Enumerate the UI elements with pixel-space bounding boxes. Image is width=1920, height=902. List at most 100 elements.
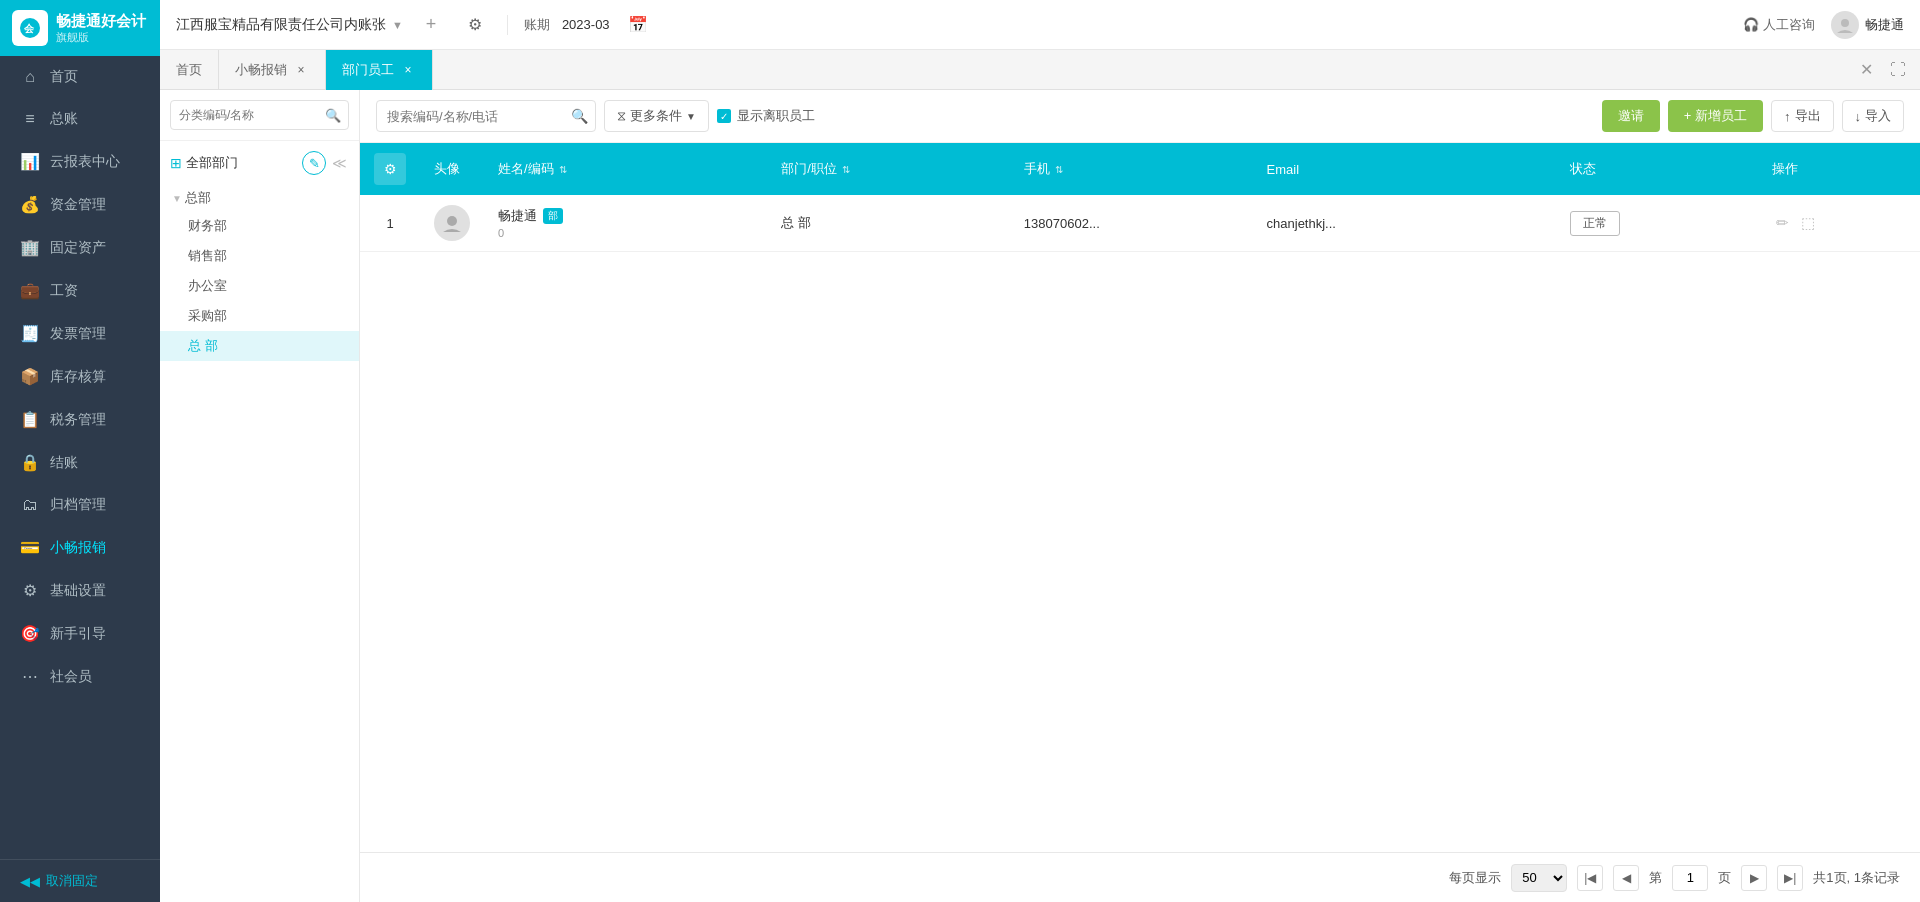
unpin-label: 取消固定 — [46, 872, 98, 890]
support-button[interactable]: 🎧 人工咨询 — [1743, 16, 1815, 34]
calendar-icon[interactable]: 📅 — [622, 9, 654, 41]
col-phone-header[interactable]: 手机 ⇅ — [1010, 143, 1253, 195]
export-button[interactable]: ↑ 导出 — [1771, 100, 1834, 132]
sidebar-item-guide[interactable]: 🎯 新手引导 — [0, 612, 160, 655]
unpin-icon: ◀◀ — [20, 874, 40, 889]
all-dept-button[interactable]: ⊞ 全部部门 — [170, 154, 296, 172]
tab-close-button[interactable]: ✕ — [1852, 56, 1880, 84]
sidebar-item-expense[interactable]: 💳 小畅报销 — [0, 526, 160, 569]
company-selector[interactable]: 江西服宝精品有限责任公司内账张 ▼ — [176, 16, 403, 34]
tab-dept-close[interactable]: × — [400, 62, 416, 78]
tab-expense-close[interactable]: × — [293, 62, 309, 78]
sidebar-item-home[interactable]: ⌂ 首页 — [0, 56, 160, 98]
search-input[interactable] — [376, 100, 596, 132]
page-last-button[interactable]: ▶| — [1777, 865, 1803, 891]
avatar — [1831, 11, 1859, 39]
period-value: 2023-03 — [562, 17, 610, 32]
period-label: 账期 — [524, 16, 550, 34]
logout-button[interactable]: ⬚ — [1797, 212, 1819, 233]
dept-tree: ▼ 总部 财务部 销售部 办公室 采购部 总 部 — [160, 181, 359, 902]
invite-button[interactable]: 邀请 — [1602, 100, 1660, 132]
dept-node-office[interactable]: 办公室 — [160, 271, 359, 301]
tab-home-label: 首页 — [176, 61, 202, 79]
page-prev-button[interactable]: ◀ — [1613, 865, 1639, 891]
col-settings-header: ⚙ — [360, 143, 420, 195]
sidebar-item-basic-label: 基础设置 — [50, 582, 106, 600]
dept-node-purchase[interactable]: 采购部 — [160, 301, 359, 331]
page-suffix: 页 — [1718, 869, 1731, 887]
tab-maximize-button[interactable]: ⛶ — [1884, 56, 1912, 84]
sidebar-item-invoice[interactable]: 🧾 发票管理 — [0, 312, 160, 355]
pagination-bar: 每页显示 50 100 200 |◀ ◀ 第 页 ▶ ▶| 共1页, 1条记录 — [360, 852, 1920, 902]
sidebar-item-archive[interactable]: 🗂 归档管理 — [0, 484, 160, 526]
svg-point-2 — [1841, 19, 1849, 27]
col-dept-header[interactable]: 部门/职位 ⇅ — [767, 143, 1010, 195]
add-employee-label: + 新增员工 — [1684, 107, 1747, 125]
user-info[interactable]: 畅捷通 — [1831, 11, 1904, 39]
sort-dept-icon: ⇅ — [842, 164, 850, 175]
page-input[interactable] — [1672, 865, 1708, 891]
sidebar-item-tax[interactable]: 📋 税务管理 — [0, 398, 160, 441]
sidebar-item-ledger[interactable]: ≡ 总账 — [0, 98, 160, 140]
sidebar-item-salary[interactable]: 💼 工资 — [0, 269, 160, 312]
sidebar-item-more-label: 社会员 — [50, 668, 92, 686]
edit-button[interactable]: ✏ — [1772, 212, 1793, 233]
support-label: 人工咨询 — [1763, 16, 1815, 34]
employee-table: ⚙ 头像 姓名/编码 ⇅ 部门/职位 ⇅ 手机 ⇅ — [360, 143, 1920, 852]
tab-home[interactable]: 首页 — [160, 50, 219, 90]
sidebar-item-inventory[interactable]: 📦 库存核算 — [0, 355, 160, 398]
dept-node-general[interactable]: 总 部 — [160, 331, 359, 361]
reports-icon: 📊 — [20, 152, 40, 171]
archive-icon: 🗂 — [20, 496, 40, 514]
row-avatar — [420, 195, 484, 252]
headset-icon: 🎧 — [1743, 17, 1759, 32]
add-company-button[interactable]: + — [415, 9, 447, 41]
dept-node-sales[interactable]: 销售部 — [160, 241, 359, 271]
col-name-header[interactable]: 姓名/编码 ⇅ — [484, 143, 767, 195]
inventory-icon: 📦 — [20, 367, 40, 386]
salary-icon: 💼 — [20, 281, 40, 300]
sidebar-item-basic[interactable]: ⚙ 基础设置 — [0, 569, 160, 612]
sidebar-item-closing[interactable]: 🔒 结账 — [0, 441, 160, 484]
sidebar-item-more[interactable]: ⋯ 社会员 — [0, 655, 160, 698]
sidebar-item-assets-label: 固定资产 — [50, 239, 106, 257]
add-employee-button[interactable]: + 新增员工 — [1668, 100, 1763, 132]
tab-expense[interactable]: 小畅报销 × — [219, 50, 326, 90]
page-size-select[interactable]: 50 100 200 — [1511, 864, 1567, 892]
page-next-button[interactable]: ▶ — [1741, 865, 1767, 891]
sidebar-item-inventory-label: 库存核算 — [50, 368, 106, 386]
unpin-button[interactable]: ◀◀ 取消固定 — [0, 859, 160, 902]
sidebar-item-funds-label: 资金管理 — [50, 196, 106, 214]
logo[interactable]: 会 畅捷通好会计 旗舰版 — [0, 0, 160, 56]
assets-icon: 🏢 — [20, 238, 40, 257]
more-icon: ⋯ — [20, 667, 40, 686]
settings-button[interactable]: ⚙ — [459, 9, 491, 41]
page-size-label: 每页显示 — [1449, 869, 1501, 887]
chevron-down-icon: ▼ — [686, 111, 696, 122]
import-button[interactable]: ↓ 导入 — [1842, 100, 1905, 132]
sidebar-item-home-label: 首页 — [50, 68, 78, 86]
search-icon: 🔍 — [571, 108, 588, 124]
row-status: 正常 — [1556, 195, 1758, 252]
filter-button[interactable]: ⧖ 更多条件 ▼ — [604, 100, 709, 132]
column-settings-button[interactable]: ⚙ — [374, 153, 406, 185]
sidebar-item-reports[interactable]: 📊 云报表中心 — [0, 140, 160, 183]
import-icon: ↓ — [1855, 109, 1862, 124]
collapse-button[interactable]: ≪ — [330, 153, 349, 173]
dept-badge: 部 — [543, 208, 563, 224]
employee-name-text: 畅捷通 — [498, 207, 537, 225]
import-label: 导入 — [1865, 107, 1891, 125]
add-dept-button[interactable]: ✎ — [302, 151, 326, 175]
tab-dept[interactable]: 部门员工 × — [326, 50, 433, 90]
svg-text:会: 会 — [23, 23, 35, 34]
show-resign-toggle[interactable]: ✓ 显示离职员工 — [717, 107, 815, 125]
row-dept: 总 部 — [767, 195, 1010, 252]
dept-node-finance[interactable]: 财务部 — [160, 211, 359, 241]
employee-name-row: 畅捷通 部 — [498, 207, 753, 225]
dept-search-input[interactable] — [170, 100, 349, 130]
page-first-button[interactable]: |◀ — [1577, 865, 1603, 891]
logo-icon: 会 — [12, 10, 48, 46]
sidebar-item-funds[interactable]: 💰 资金管理 — [0, 183, 160, 226]
sidebar-item-assets[interactable]: 🏢 固定资产 — [0, 226, 160, 269]
sidebar: 会 畅捷通好会计 旗舰版 ⌂ 首页 ≡ 总账 📊 云报表中心 💰 资金管理 🏢 … — [0, 0, 160, 902]
